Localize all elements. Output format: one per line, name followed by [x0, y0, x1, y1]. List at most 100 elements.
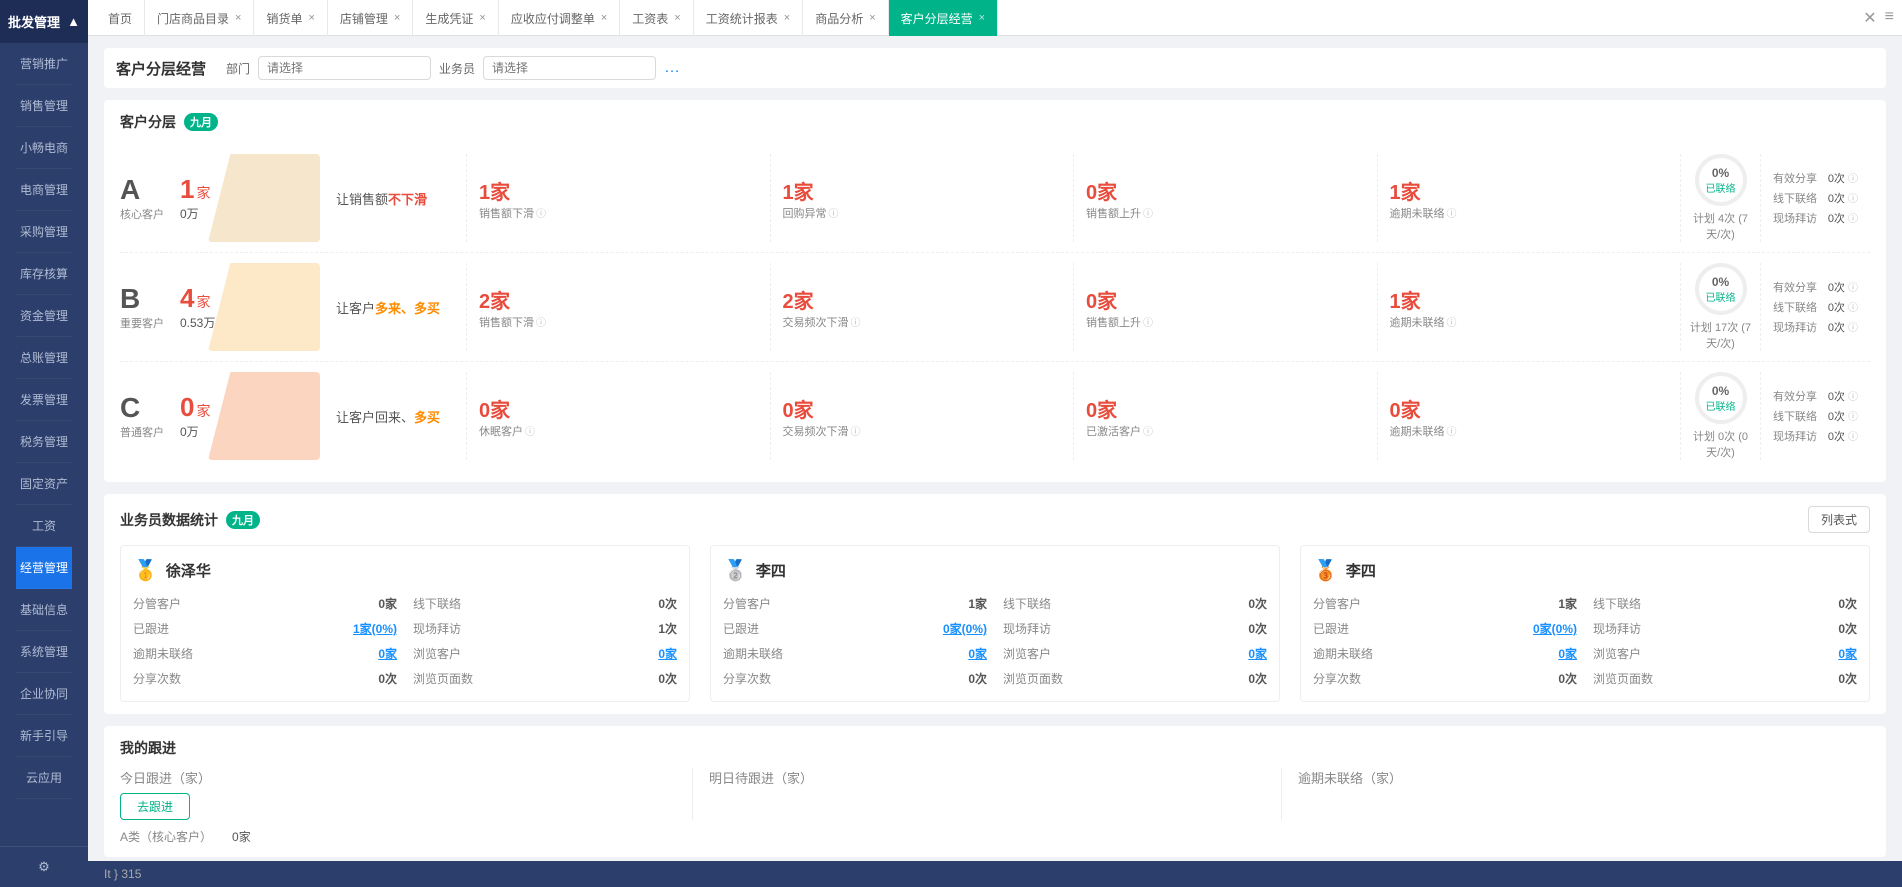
sidebar-item-云应用[interactable]: 云应用 [16, 757, 72, 799]
sidebar-item-电商管理[interactable]: 电商管理 [16, 169, 72, 211]
circle-pct: 0% [1712, 166, 1729, 180]
info-icon[interactable]: ⓘ [1447, 205, 1457, 220]
info-icon[interactable]: ⓘ [1447, 423, 1457, 438]
sidebar-item-营销推广[interactable]: 营销推广 [16, 43, 72, 85]
biz-row-value[interactable]: 0家(0%) [943, 620, 987, 637]
tab-工资统计报表[interactable]: 工资统计报表× [694, 0, 803, 36]
sidebar-item-销售管理[interactable]: 销售管理 [16, 85, 72, 127]
info-icon[interactable]: ⓘ [1143, 423, 1153, 438]
tab-close-门店商品目录[interactable]: × [235, 12, 241, 24]
biz-row-value: 1家 [1558, 595, 1577, 612]
right-info-icon[interactable]: ⓘ [1848, 392, 1858, 403]
biz-row-item: 线下联络0次 [1593, 593, 1857, 614]
sidebar-item-发票管理[interactable]: 发票管理 [16, 379, 72, 421]
sidebar-item-小畅电商[interactable]: 小畅电商 [16, 127, 72, 169]
biz-row-value[interactable]: 1家(0%) [353, 620, 397, 637]
tab-应收应付调整单[interactable]: 应收应付调整单× [499, 0, 620, 36]
right-info-icon[interactable]: ⓘ [1848, 214, 1858, 225]
tab-门店商品目录[interactable]: 门店商品目录× [145, 0, 254, 36]
circle-chart: 0% 已联络 [1695, 263, 1747, 315]
dept-select[interactable] [258, 56, 431, 80]
biz-row-item: 已跟进0家(0%) [1313, 618, 1577, 639]
sidebar-item-固定资产[interactable]: 固定资产 [16, 463, 72, 505]
biz-select[interactable] [483, 56, 656, 80]
tab-bar-menu[interactable]: ≡ [1885, 8, 1894, 28]
biz-row-value[interactable]: 0家 [658, 645, 677, 662]
right-info-icon[interactable]: ⓘ [1848, 323, 1858, 334]
info-icon[interactable]: ⓘ [1143, 205, 1153, 220]
right-info-icon[interactable]: ⓘ [1848, 412, 1858, 423]
right-info-icon[interactable]: ⓘ [1848, 432, 1858, 443]
biz-row-value[interactable]: 0家 [1558, 645, 1577, 662]
biz-row-label: 线下联络 [413, 595, 461, 612]
followup-a-label: A类（核心客户） [120, 828, 212, 845]
tab-close-应收应付调整单[interactable]: × [601, 12, 607, 24]
sidebar-item-资金管理[interactable]: 资金管理 [16, 295, 72, 337]
tab-店铺管理[interactable]: 店铺管理× [328, 0, 413, 36]
biz-row-value[interactable]: 0家 [378, 645, 397, 662]
tab-close-工资表[interactable]: × [674, 12, 680, 24]
tab-工资表[interactable]: 工资表× [620, 0, 693, 36]
info-icon[interactable]: ⓘ [536, 314, 546, 329]
right-info-icon[interactable]: ⓘ [1848, 303, 1858, 314]
sidebar-item-采购管理[interactable]: 采购管理 [16, 211, 72, 253]
sidebar-item-库存核算[interactable]: 库存核算 [16, 253, 72, 295]
stat-count: 1家 [1390, 176, 1421, 205]
tab-bar-close[interactable]: ✕ [1863, 8, 1876, 28]
tab-客户分层经营[interactable]: 客户分层经营× [889, 0, 998, 36]
sidebar-toggle-icon[interactable]: ▲ [67, 14, 80, 29]
goto-followup-button[interactable]: 去跟进 [120, 793, 190, 820]
biz-row-label: 线下联络 [1593, 595, 1641, 612]
sidebar-item-企业协同[interactable]: 企业协同 [16, 673, 72, 715]
tab-close-店铺管理[interactable]: × [394, 12, 400, 24]
tab-close-客户分层经营[interactable]: × [979, 12, 985, 24]
tab-close-生成凭证[interactable]: × [479, 12, 485, 24]
sidebar-item-基础信息[interactable]: 基础信息 [16, 589, 72, 631]
more-options[interactable]: … [664, 59, 682, 77]
tab-商品分析[interactable]: 商品分析× [803, 0, 888, 36]
stat-count: 1家 [1390, 285, 1421, 314]
tab-close-工资统计报表[interactable]: × [784, 12, 790, 24]
tab-close-商品分析[interactable]: × [869, 12, 875, 24]
tab-close-销货单[interactable]: × [308, 12, 314, 24]
biz-row-label: 分管客户 [133, 595, 181, 612]
biz-row-value[interactable]: 0家(0%) [1533, 620, 1577, 637]
tier-amount: 0.53万 [180, 314, 312, 331]
info-icon[interactable]: ⓘ [525, 423, 535, 438]
sidebar-item-新手引导[interactable]: 新手引导 [16, 715, 72, 757]
sidebar-item-总账管理[interactable]: 总账管理 [16, 337, 72, 379]
sidebar: 批发管理 ▲ 营销推广销售管理小畅电商电商管理采购管理库存核算资金管理总账管理发… [0, 0, 88, 887]
right-info-icon[interactable]: ⓘ [1848, 283, 1858, 294]
info-icon[interactable]: ⓘ [1143, 314, 1153, 329]
tier-stat-item: 0家逾期未联络 ⓘ [1377, 372, 1681, 460]
customer-title-text: 客户分层 [120, 112, 176, 132]
biz-row-value[interactable]: 0家 [1838, 645, 1857, 662]
circle-label: 已联络 [1706, 180, 1736, 195]
biz-row-value: 0次 [1248, 670, 1267, 687]
circle-pct: 0% [1712, 384, 1729, 398]
stat-count: 2家 [783, 285, 814, 314]
info-icon[interactable]: ⓘ [851, 314, 861, 329]
sidebar-item-税务管理[interactable]: 税务管理 [16, 421, 72, 463]
info-icon[interactable]: ⓘ [536, 205, 546, 220]
info-icon[interactable]: ⓘ [1447, 314, 1457, 329]
right-info-icon[interactable]: ⓘ [1848, 174, 1858, 185]
biz-row-label: 现场拜访 [1003, 620, 1051, 637]
tier-stat-item: 0家休眠客户 ⓘ [466, 372, 770, 460]
stat-count: 0家 [1086, 394, 1117, 423]
tab-生成凭证[interactable]: 生成凭证× [413, 0, 498, 36]
info-icon[interactable]: ⓘ [851, 423, 861, 438]
stat-count: 0家 [783, 394, 814, 423]
biz-row-value[interactable]: 0家 [968, 645, 987, 662]
biz-row-value[interactable]: 0家 [1248, 645, 1267, 662]
tab-销货单[interactable]: 销货单× [254, 0, 327, 36]
info-icon[interactable]: ⓘ [829, 205, 839, 220]
customer-month-badge: 九月 [184, 113, 218, 131]
tab-首页[interactable]: 首页 [96, 0, 145, 36]
sidebar-item-系统管理[interactable]: 系统管理 [16, 631, 72, 673]
settings-button[interactable]: ⚙ [0, 846, 88, 887]
sidebar-item-工资[interactable]: 工资 [16, 505, 72, 547]
list-view-button[interactable]: 列表式 [1808, 506, 1870, 533]
right-info-icon[interactable]: ⓘ [1848, 194, 1858, 205]
sidebar-item-经营管理[interactable]: 经营管理 [16, 547, 72, 589]
